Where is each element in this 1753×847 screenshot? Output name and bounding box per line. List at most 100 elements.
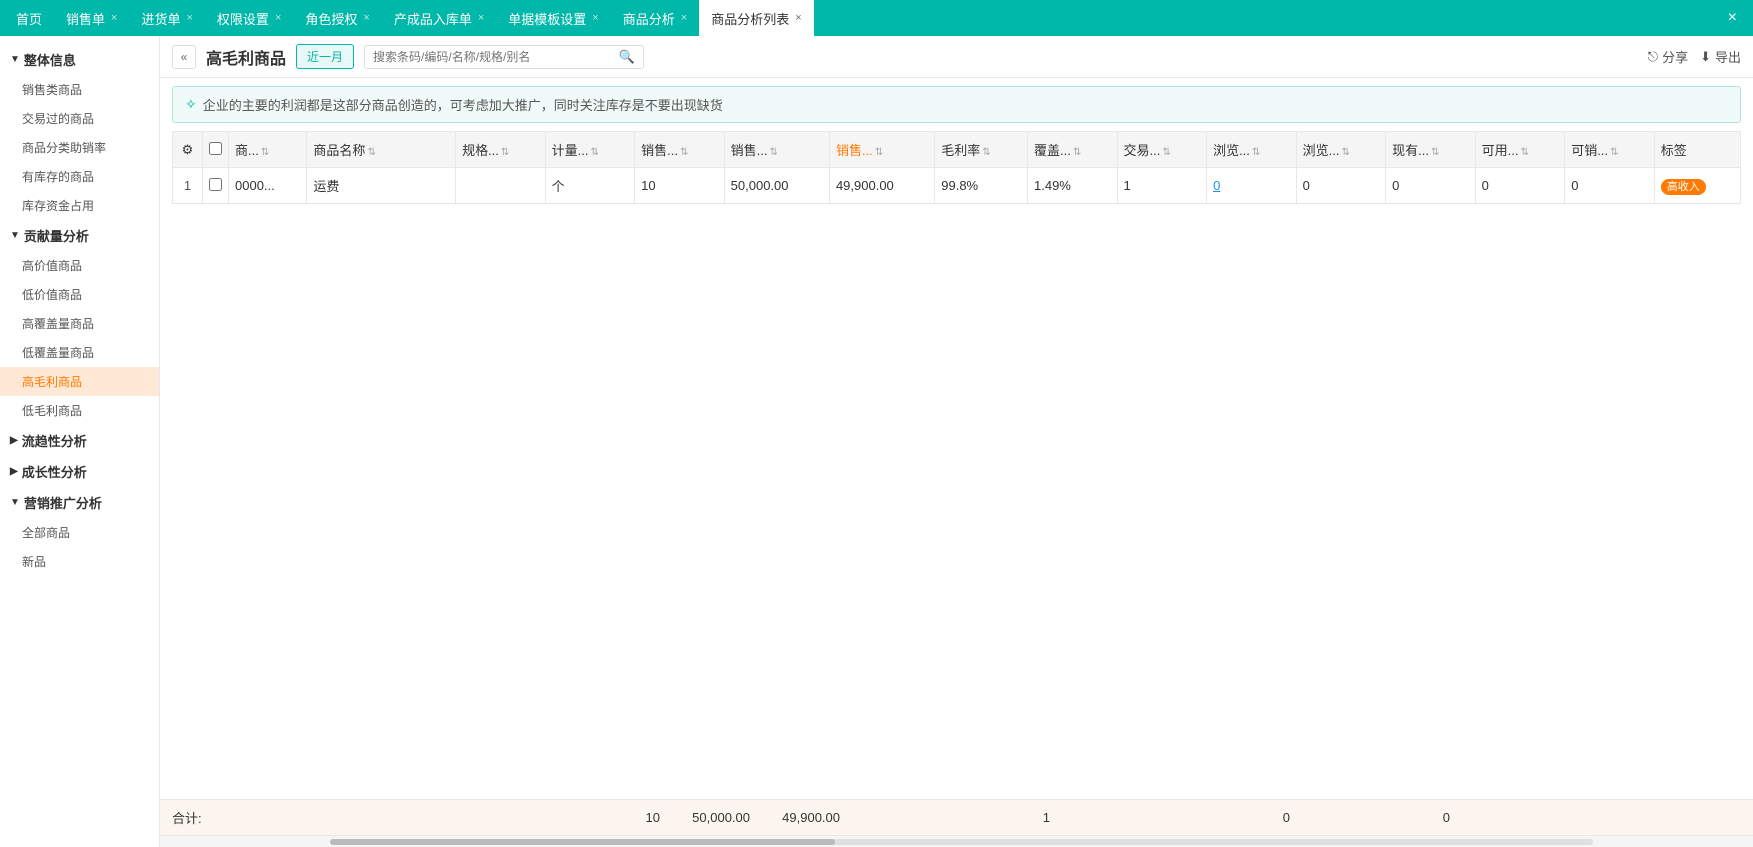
nav-tab-analysis-list-close[interactable]: × bbox=[795, 12, 801, 24]
col-unit-sort: ⇅ bbox=[590, 147, 598, 158]
row-name: 运费 bbox=[307, 168, 456, 204]
share-icon: ⎋ bbox=[1648, 49, 1658, 65]
top-navigation: 首页 销售单 × 进货单 × 权限设置 × 角色授权 × 产成品入库单 × 单据… bbox=[0, 0, 1753, 36]
sidebar-item-category-sales[interactable]: 商品分类助销率 bbox=[0, 133, 159, 162]
row-checkbox-cell[interactable] bbox=[203, 168, 229, 204]
sidebar-item-inventory-capital[interactable]: 库存资金占用 bbox=[0, 191, 159, 220]
col-spec[interactable]: 规格...⇅ bbox=[456, 132, 546, 168]
nav-tab-product-entry[interactable]: 产成品入库单 × bbox=[382, 0, 496, 36]
col-browse2[interactable]: 浏览...⇅ bbox=[1296, 132, 1386, 168]
sidebar-collapse-button[interactable]: « bbox=[172, 45, 196, 69]
sidebar-group-marketing[interactable]: ▼ 营销推广分析 bbox=[0, 487, 159, 518]
sidebar-item-low-coverage[interactable]: 低覆盖量商品 bbox=[0, 338, 159, 367]
col-name[interactable]: 商品名称⇅ bbox=[307, 132, 456, 168]
col-sales1-sort: ⇅ bbox=[680, 147, 688, 158]
col-checkbox[interactable] bbox=[203, 132, 229, 168]
sidebar-group-trend[interactable]: ▶ 流趋性分析 bbox=[0, 425, 159, 456]
nav-tab-role[interactable]: 角色授权 × bbox=[293, 0, 381, 36]
sidebar-item-sales-goods[interactable]: 销售类商品 bbox=[0, 75, 159, 104]
col-code-sort: ⇅ bbox=[261, 147, 269, 158]
search-input[interactable] bbox=[373, 50, 615, 64]
nav-tab-permission-close[interactable]: × bbox=[275, 12, 281, 24]
nav-tab-role-close[interactable]: × bbox=[363, 12, 369, 24]
page-title: 高毛利商品 bbox=[206, 45, 286, 69]
scroll-track[interactable] bbox=[330, 839, 1593, 845]
col-saleable[interactable]: 可销...⇅ bbox=[1565, 132, 1655, 168]
row-sales3: 49,900.00 bbox=[829, 168, 934, 204]
sidebar-group-overall[interactable]: ▼ 整体信息 bbox=[0, 44, 159, 75]
nav-tab-purchase-label: 进货单 bbox=[141, 9, 180, 28]
row-browse2: 0 bbox=[1296, 168, 1386, 204]
sidebar-item-high-margin[interactable]: 高毛利商品 bbox=[0, 367, 159, 396]
sidebar-group-contribution[interactable]: ▼ 贡献量分析 bbox=[0, 220, 159, 251]
sidebar-item-high-coverage[interactable]: 高覆盖量商品 bbox=[0, 309, 159, 338]
row-current: 0 bbox=[1386, 168, 1476, 204]
nav-tab-purchase-close[interactable]: × bbox=[186, 12, 192, 24]
sidebar-group-growth-label: 成长性分析 bbox=[22, 462, 87, 481]
info-banner-text: 企业的主要的利润都是这部分商品创造的，可考虑加大推广，同时关注库存是不要出现缺货 bbox=[203, 95, 723, 114]
sidebar-group-growth-arrow: ▶ bbox=[10, 466, 18, 477]
col-gross-rate[interactable]: 毛利率⇅ bbox=[935, 132, 1028, 168]
nav-tab-analysis-list[interactable]: 商品分析列表 × bbox=[699, 0, 813, 36]
col-transaction-sort: ⇅ bbox=[1162, 147, 1170, 158]
row-browse1[interactable]: 0 bbox=[1207, 168, 1297, 204]
search-icon[interactable]: 🔍 bbox=[619, 49, 635, 65]
table-header-row: ⚙ 商...⇅ 商品名称⇅ 规格...⇅ 计量...⇅ 销售...⇅ 销售...… bbox=[173, 132, 1741, 168]
sidebar-group-marketing-arrow: ▼ bbox=[10, 497, 20, 508]
sidebar-item-high-value[interactable]: 高价值商品 bbox=[0, 251, 159, 280]
footer-sales1-total: 10 bbox=[586, 810, 666, 825]
sidebar-group-contribution-arrow: ▼ bbox=[10, 230, 20, 241]
col-available[interactable]: 可用...⇅ bbox=[1475, 132, 1565, 168]
export-button[interactable]: ⬇ 导出 bbox=[1700, 47, 1741, 66]
col-sales1[interactable]: 销售...⇅ bbox=[635, 132, 725, 168]
nav-tab-analysis-close[interactable]: × bbox=[681, 12, 687, 24]
col-sales2[interactable]: 销售...⇅ bbox=[724, 132, 829, 168]
nav-tab-home[interactable]: 首页 bbox=[4, 0, 54, 36]
row-checkbox[interactable] bbox=[209, 178, 222, 191]
select-all-checkbox[interactable] bbox=[209, 142, 222, 155]
app-close-button[interactable]: × bbox=[1716, 9, 1749, 27]
nav-tab-template[interactable]: 单据模板设置 × bbox=[496, 0, 610, 36]
nav-tab-sales-close[interactable]: × bbox=[111, 12, 117, 24]
sidebar: ▼ 整体信息 销售类商品 交易过的商品 商品分类助销率 有库存的商品 库存资金占… bbox=[0, 36, 160, 847]
horizontal-scrollbar[interactable] bbox=[160, 835, 1753, 847]
sidebar-group-contribution-label: 贡献量分析 bbox=[24, 226, 89, 245]
nav-tab-product-entry-close[interactable]: × bbox=[478, 12, 484, 24]
row-saleable: 0 bbox=[1565, 168, 1655, 204]
nav-tab-template-close[interactable]: × bbox=[592, 12, 598, 24]
col-saleable-sort: ⇅ bbox=[1610, 147, 1618, 158]
col-unit[interactable]: 计量...⇅ bbox=[545, 132, 635, 168]
col-code[interactable]: 商...⇅ bbox=[229, 132, 307, 168]
col-settings[interactable]: ⚙ bbox=[173, 132, 203, 168]
col-sales3[interactable]: 销售...⇅ bbox=[829, 132, 934, 168]
row-unit: 个 bbox=[545, 168, 635, 204]
sidebar-item-new-goods[interactable]: 新品 bbox=[0, 547, 159, 576]
col-coverage[interactable]: 覆盖...⇅ bbox=[1028, 132, 1118, 168]
sidebar-item-stocked-goods[interactable]: 有库存的商品 bbox=[0, 162, 159, 191]
nav-tab-home-label: 首页 bbox=[16, 9, 42, 28]
row-browse1-link[interactable]: 0 bbox=[1213, 178, 1220, 193]
row-coverage: 1.49% bbox=[1028, 168, 1118, 204]
info-icon: ✧ bbox=[185, 96, 197, 113]
sidebar-item-low-value[interactable]: 低价值商品 bbox=[0, 280, 159, 309]
filter-period-button[interactable]: 近一月 bbox=[296, 44, 354, 69]
nav-tab-permission[interactable]: 权限设置 × bbox=[205, 0, 293, 36]
nav-tab-template-label: 单据模板设置 bbox=[508, 9, 586, 28]
scroll-thumb[interactable] bbox=[330, 839, 835, 845]
sidebar-item-traded-goods[interactable]: 交易过的商品 bbox=[0, 104, 159, 133]
sidebar-item-low-margin[interactable]: 低毛利商品 bbox=[0, 396, 159, 425]
col-current-sort: ⇅ bbox=[1431, 147, 1439, 158]
share-button[interactable]: ⎋ 分享 bbox=[1648, 47, 1688, 66]
nav-tab-purchase[interactable]: 进货单 × bbox=[129, 0, 204, 36]
nav-tab-sales[interactable]: 销售单 × bbox=[54, 0, 129, 36]
sidebar-group-growth[interactable]: ▶ 成长性分析 bbox=[0, 456, 159, 487]
col-tag[interactable]: 标签 bbox=[1654, 132, 1740, 168]
col-transaction[interactable]: 交易...⇅ bbox=[1117, 132, 1207, 168]
footer-totals: 合计: 10 50,000.00 49,900.00 1 0 0 bbox=[160, 799, 1753, 835]
col-browse1[interactable]: 浏览...⇅ bbox=[1207, 132, 1297, 168]
sidebar-item-all-goods[interactable]: 全部商品 bbox=[0, 518, 159, 547]
row-spec bbox=[456, 168, 546, 204]
col-current[interactable]: 现有...⇅ bbox=[1386, 132, 1476, 168]
sidebar-group-trend-arrow: ▶ bbox=[10, 435, 18, 446]
nav-tab-analysis[interactable]: 商品分析 × bbox=[611, 0, 699, 36]
